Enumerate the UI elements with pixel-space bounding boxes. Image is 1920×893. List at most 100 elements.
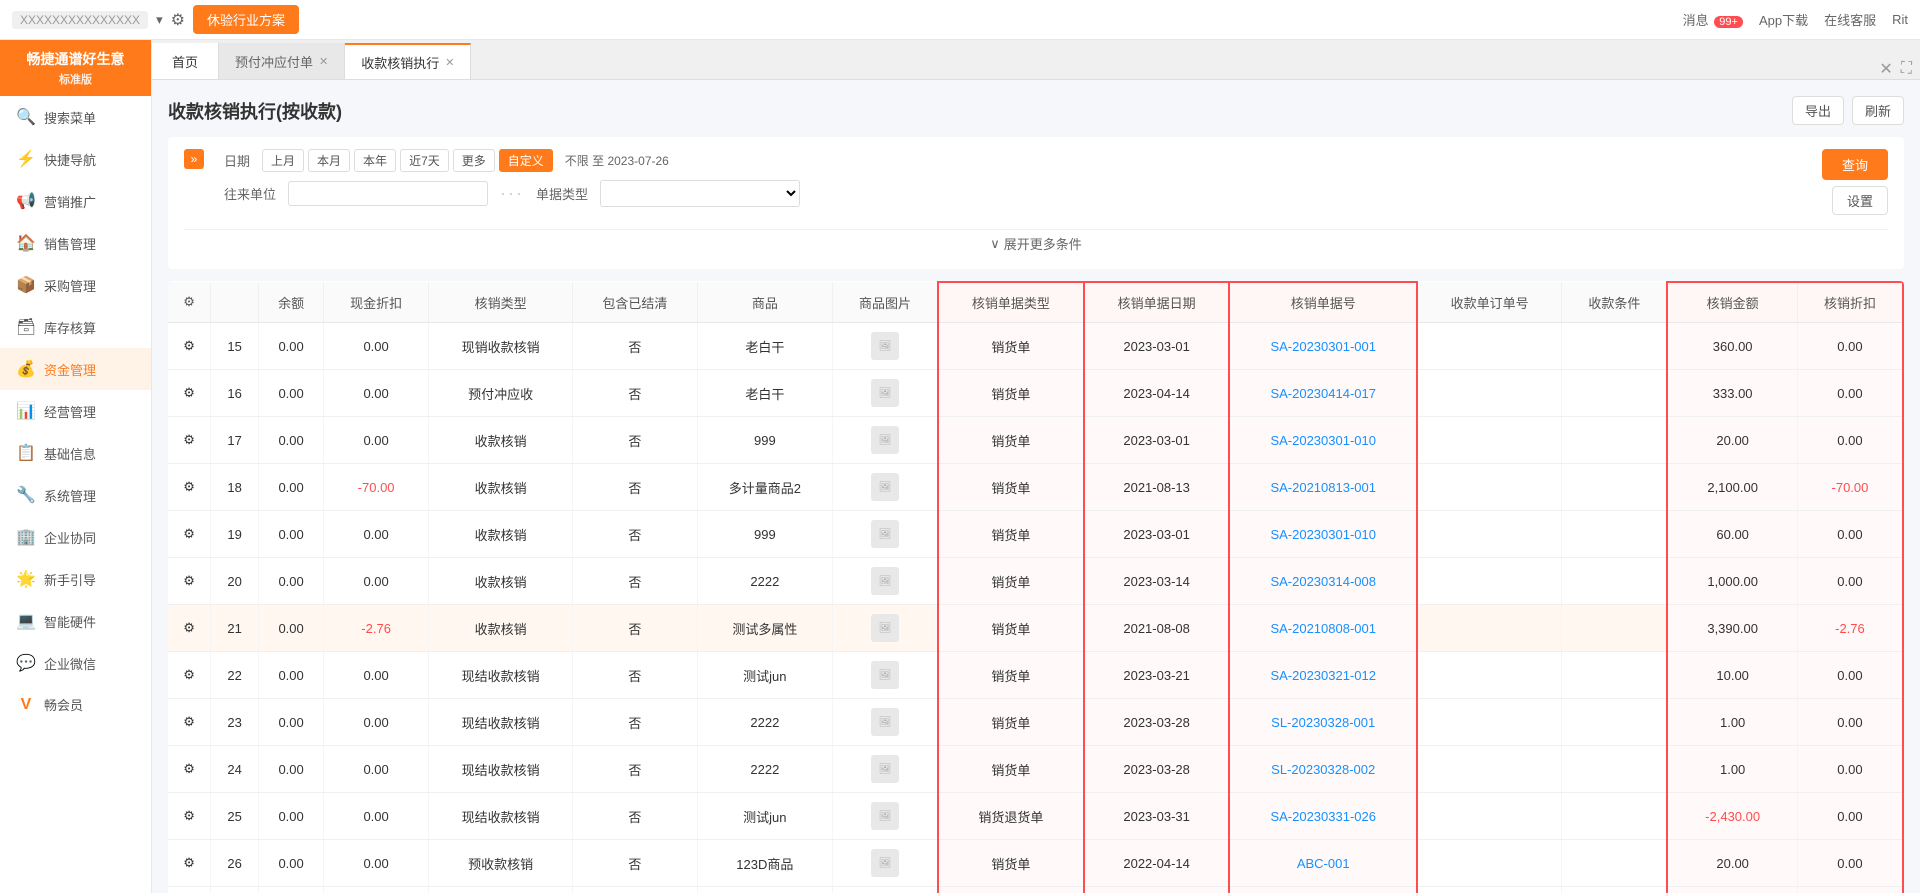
bill-type-select[interactable] xyxy=(600,180,800,207)
sidebar-item-marketing[interactable]: 📢 营销推广 xyxy=(0,180,151,222)
company-dropdown[interactable]: ▾ xyxy=(156,12,163,28)
online-service-link[interactable]: 在线客服 xyxy=(1824,10,1876,29)
bill-no-link[interactable]: SA-20230301-010 xyxy=(1270,527,1376,542)
cell-bill-no[interactable]: SA-20210813-001 xyxy=(1229,464,1416,511)
cell-bill-date: 2023-04-14 xyxy=(1084,370,1230,417)
col-receipt-condition: 收款条件 xyxy=(1562,282,1668,323)
cell-include-settled: 否 xyxy=(573,370,697,417)
cell-receipt-order-no xyxy=(1417,699,1562,746)
cell-settings[interactable]: ⚙ xyxy=(168,793,211,840)
cell-settings[interactable]: ⚙ xyxy=(168,746,211,793)
cell-bill-no[interactable]: SA-20230301-010 xyxy=(1229,417,1416,464)
col-bill-date: 核销单据日期 xyxy=(1084,282,1230,323)
cell-settings[interactable]: ⚙ xyxy=(168,652,211,699)
cell-verify-amount: 10.00 xyxy=(1667,652,1797,699)
app-layout: 畅捷通谱好生意 标准版 🔍 搜索菜单 ⚡ 快捷导航 📢 营销推广 🏠 销售管理 … xyxy=(0,40,1920,893)
bill-no-link[interactable]: ABC-001 xyxy=(1297,856,1350,871)
cell-product-image: 🖼 xyxy=(833,793,939,840)
bill-no-link[interactable]: SA-20230331-026 xyxy=(1270,809,1376,824)
cell-bill-no[interactable]: SA-20230414-017 xyxy=(1229,370,1416,417)
solution-button[interactable]: 休验行业方案 xyxy=(193,5,299,34)
tab-close-all-icon[interactable]: ✕ xyxy=(1879,59,1892,79)
date-7-days[interactable]: 近7天 xyxy=(400,149,449,172)
sidebar-item-quick-nav[interactable]: ⚡ 快捷导航 xyxy=(0,138,151,180)
sidebar-item-sales[interactable]: 🏠 销售管理 xyxy=(0,222,151,264)
sidebar-item-basic-info[interactable]: 📋 基础信息 xyxy=(0,432,151,474)
cell-verify-type: 预收款核销 xyxy=(428,840,572,887)
sidebar-item-operations[interactable]: 📊 经营管理 xyxy=(0,390,151,432)
app-download-link[interactable]: App下载 xyxy=(1759,10,1808,29)
sidebar-item-guide[interactable]: 🌟 新手引导 xyxy=(0,558,151,600)
cell-receipt-condition xyxy=(1562,699,1668,746)
cell-bill-no[interactable]: SL-20230328-001 xyxy=(1229,699,1416,746)
cell-bill-no[interactable]: SA-20230301-010 xyxy=(1229,511,1416,558)
cell-bill-no[interactable]: SA-20230331-026 xyxy=(1229,793,1416,840)
cell-bill-no[interactable]: SA-20230314-008 xyxy=(1229,558,1416,605)
cell-settings[interactable]: ⚙ xyxy=(168,605,211,652)
partner-input[interactable] xyxy=(288,181,488,206)
bill-no-link[interactable]: SA-20210808-001 xyxy=(1270,621,1376,636)
cell-settings[interactable]: ⚙ xyxy=(168,417,211,464)
sidebar-item-member[interactable]: V 畅会员 xyxy=(0,684,151,725)
date-last-month[interactable]: 上月 xyxy=(262,149,304,172)
filter-collapse-btn[interactable]: » xyxy=(184,149,204,169)
filter-settings-button[interactable]: 设置 xyxy=(1832,186,1888,215)
sidebar-item-hardware[interactable]: 💻 智能硬件 xyxy=(0,600,151,642)
cell-bill-date: 2021-08-13 xyxy=(1084,464,1230,511)
cell-bill-no[interactable]: SA-20210808-001 xyxy=(1229,605,1416,652)
export-button[interactable]: 导出 xyxy=(1792,96,1844,125)
tab-home[interactable]: 首页 xyxy=(152,43,219,79)
sidebar-item-system[interactable]: 🔧 系统管理 xyxy=(0,474,151,516)
bill-no-link[interactable]: SA-20210813-001 xyxy=(1270,480,1376,495)
user-name[interactable]: Rit xyxy=(1892,12,1908,27)
date-this-month[interactable]: 本月 xyxy=(308,149,350,172)
tab-receipt-close[interactable]: ✕ xyxy=(445,56,454,69)
tab-advance-payment[interactable]: 预付冲应付单 ✕ xyxy=(219,43,345,79)
cell-product-image: 🖼 xyxy=(833,558,939,605)
bill-no-link[interactable]: SA-20230301-001 xyxy=(1270,339,1376,354)
bill-no-link[interactable]: SL-20230328-001 xyxy=(1271,715,1375,730)
tab-receipt-verify[interactable]: 收款核销执行 ✕ xyxy=(345,43,471,79)
sidebar-item-enterprise[interactable]: 🏢 企业协同 xyxy=(0,516,151,558)
tab-expand-icon[interactable]: ⛶ xyxy=(1901,60,1912,78)
cell-settings[interactable]: ⚙ xyxy=(168,840,211,887)
cell-product: 123D商品 xyxy=(697,840,832,887)
cell-settings[interactable]: ⚙ xyxy=(168,464,211,511)
cell-settings[interactable]: ⚙ xyxy=(168,699,211,746)
cell-receipt-condition xyxy=(1562,887,1668,893)
query-button[interactable]: 查询 xyxy=(1822,149,1888,180)
settings-icon[interactable]: ⚙ xyxy=(171,10,185,30)
sidebar-item-inventory[interactable]: 🗃 库存核算 xyxy=(0,306,151,348)
bill-no-link[interactable]: SA-20230301-010 xyxy=(1270,433,1376,448)
sidebar-item-purchase[interactable]: 📦 采购管理 xyxy=(0,264,151,306)
cell-bill-no[interactable]: SA-20230321-012 xyxy=(1229,652,1416,699)
cell-include-settled: 否 xyxy=(573,511,697,558)
expand-more-btn[interactable]: ∨ 展开更多条件 xyxy=(184,229,1888,257)
tab-advance-close[interactable]: ✕ xyxy=(319,55,328,68)
date-more[interactable]: 更多 xyxy=(453,149,495,172)
date-this-year[interactable]: 本年 xyxy=(354,149,396,172)
cell-bill-no[interactable]: ABC-001 xyxy=(1229,840,1416,887)
message-area[interactable]: 消息 99+ xyxy=(1683,10,1743,29)
sidebar-item-search[interactable]: 🔍 搜索菜单 xyxy=(0,96,151,138)
sidebar-item-finance[interactable]: 💰 资金管理 xyxy=(0,348,151,390)
cell-settings[interactable]: ⚙ xyxy=(168,558,211,605)
date-custom[interactable]: 自定义 xyxy=(499,149,553,172)
cell-settings[interactable]: ⚙ xyxy=(168,370,211,417)
cell-settings[interactable]: ⚙ xyxy=(168,887,211,893)
bill-no-link[interactable]: SA-20230321-012 xyxy=(1270,668,1376,683)
cell-settings[interactable]: ⚙ xyxy=(168,323,211,370)
refresh-button[interactable]: 刷新 xyxy=(1852,96,1904,125)
bill-no-link[interactable]: SA-20230314-008 xyxy=(1270,574,1376,589)
bill-no-link[interactable]: SA-20230414-017 xyxy=(1270,386,1376,401)
bill-no-link[interactable]: SL-20230328-002 xyxy=(1271,762,1375,777)
page-header: 收款核销执行(按收款) 导出 刷新 xyxy=(168,96,1904,125)
sidebar-item-wechat[interactable]: 💬 企业微信 xyxy=(0,642,151,684)
tab-bar: 首页 预付冲应付单 ✕ 收款核销执行 ✕ ✕ ⛶ xyxy=(152,40,1920,80)
cell-settings[interactable]: ⚙ xyxy=(168,511,211,558)
cell-bill-no[interactable]: SA-20230301-001 xyxy=(1229,323,1416,370)
cell-bill-no[interactable]: SL-20230408-001 xyxy=(1229,887,1416,893)
cell-verify-discount: 0.00 xyxy=(1797,793,1903,840)
col-settings[interactable]: ⚙ xyxy=(168,282,211,323)
cell-bill-no[interactable]: SL-20230328-002 xyxy=(1229,746,1416,793)
